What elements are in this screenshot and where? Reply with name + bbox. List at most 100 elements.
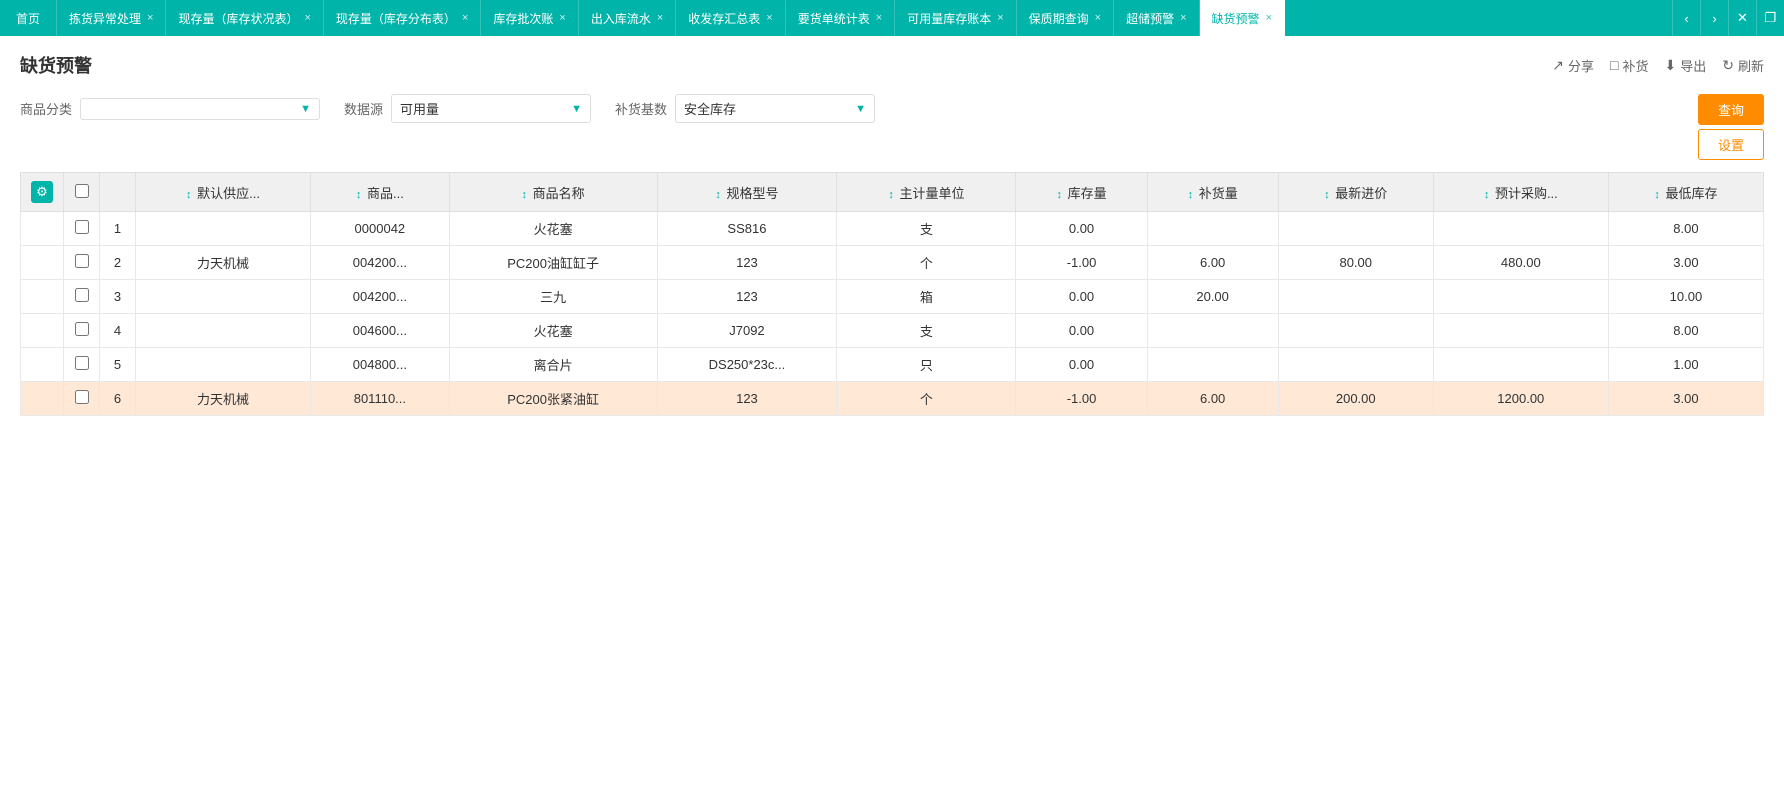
supplier-header: ↕ 默认供应... (136, 173, 311, 212)
replenish-base-select[interactable]: 安全库存 ▼ (675, 94, 875, 123)
nav-tab-close-defect[interactable]: × (147, 12, 153, 24)
export-icon: ⬇ (1665, 57, 1677, 74)
datasource-filter-group: 数据源 可用量 ▼ (344, 94, 591, 123)
replenish-sort-icon[interactable]: ↕ (1188, 189, 1194, 201)
row-est-purchase: 480.00 (1433, 246, 1608, 280)
nav-tab-batch[interactable]: 库存批次账× (481, 0, 578, 36)
row-min-stock: 3.00 (1608, 246, 1763, 280)
name-sort-icon[interactable]: ↕ (522, 189, 528, 201)
replenish-action[interactable]: □ 补货 (1610, 56, 1648, 75)
nav-tab-defect[interactable]: 拣货异常处理× (57, 0, 166, 36)
nav-tab-close-order-stat[interactable]: × (876, 12, 882, 24)
row-checkbox-5[interactable] (75, 390, 89, 404)
category-select[interactable]: ▼ (80, 98, 320, 120)
row-code: 801110... (311, 382, 450, 416)
nav-tab-close-batch[interactable]: × (559, 12, 565, 24)
code-header: ↕ 商品... (311, 173, 450, 212)
stock-header-label: 库存量 (1068, 186, 1107, 201)
row-latest-price (1278, 348, 1433, 382)
nav-tab-expiry[interactable]: 保质期查询× (1017, 0, 1114, 36)
row-checkbox-4[interactable] (75, 356, 89, 370)
data-table: ⚙ ↕ 默认供应... ↕ 商品... ↕ 商品名称 (20, 172, 1764, 416)
est-purchase-header: ↕ 预计采购... (1433, 173, 1608, 212)
spec-sort-icon[interactable]: ↕ (715, 189, 721, 201)
nav-controls: ‹ › ✕ ❐ (1672, 0, 1784, 36)
row-check[interactable] (64, 212, 100, 246)
unit-sort-icon[interactable]: ↕ (888, 189, 894, 201)
nav-tab-close-inventory-dist[interactable]: × (462, 12, 468, 24)
row-name: PC200油缸缸子 (449, 246, 657, 280)
row-checkbox-3[interactable] (75, 322, 89, 336)
refresh-icon: ↻ (1722, 57, 1734, 74)
row-check[interactable] (64, 280, 100, 314)
nav-tab-close-overstock[interactable]: × (1180, 12, 1186, 24)
nav-tab-inventory-dist[interactable]: 现存量（库存分布表）× (324, 0, 481, 36)
row-unit: 个 (837, 382, 1016, 416)
replenish-base-value: 安全库存 (684, 99, 736, 118)
row-checkbox-1[interactable] (75, 254, 89, 268)
row-check[interactable] (64, 246, 100, 280)
nav-tab-home[interactable]: 首页 (0, 0, 57, 36)
settings-button[interactable]: 设置 (1698, 129, 1764, 160)
min-stock-header-label: 最低库存 (1665, 186, 1717, 201)
row-est-purchase: 1200.00 (1433, 382, 1608, 416)
nav-tab-close-shortage[interactable]: × (1266, 12, 1272, 24)
nav-tab-close-expiry[interactable]: × (1095, 12, 1101, 24)
supplier-sort-icon[interactable]: ↕ (186, 189, 192, 201)
row-checkbox-2[interactable] (75, 288, 89, 302)
row-unit: 个 (837, 246, 1016, 280)
row-stock: -1.00 (1016, 246, 1147, 280)
check-header (64, 173, 100, 212)
row-check[interactable] (64, 382, 100, 416)
refresh-label: 刷新 (1738, 56, 1764, 75)
row-num: 1 (100, 212, 136, 246)
code-sort-icon[interactable]: ↕ (356, 189, 362, 201)
min-stock-sort-icon[interactable]: ↕ (1654, 189, 1660, 201)
nav-tab-inventory-status[interactable]: 现存量（库存状况表）× (166, 0, 323, 36)
share-action[interactable]: ↗ 分享 (1552, 56, 1594, 75)
row-spec: SS816 (657, 212, 837, 246)
latest-price-sort-icon[interactable]: ↕ (1324, 189, 1330, 201)
row-num: 5 (100, 348, 136, 382)
query-button[interactable]: 查询 (1698, 94, 1764, 125)
row-supplier (136, 348, 311, 382)
row-replenish: 6.00 (1147, 246, 1278, 280)
row-spec: 123 (657, 382, 837, 416)
refresh-action[interactable]: ↻ 刷新 (1722, 56, 1764, 75)
est-purchase-sort-icon[interactable]: ↕ (1484, 189, 1490, 201)
nav-tab-shortage[interactable]: 缺货预警× (1200, 0, 1285, 36)
nav-tab-receipt[interactable]: 收发存汇总表× (676, 0, 785, 36)
export-action[interactable]: ⬇ 导出 (1665, 56, 1707, 75)
row-check[interactable] (64, 348, 100, 382)
nav-expand-btn[interactable]: ❐ (1756, 0, 1784, 36)
datasource-select[interactable]: 可用量 ▼ (391, 94, 591, 123)
row-unit: 只 (837, 348, 1016, 382)
select-all-checkbox[interactable] (75, 184, 89, 198)
row-checkbox-0[interactable] (75, 220, 89, 234)
nav-next-btn[interactable]: › (1700, 0, 1728, 36)
row-check[interactable] (64, 314, 100, 348)
nav-tab-close-receipt[interactable]: × (766, 12, 772, 24)
stock-sort-icon[interactable]: ↕ (1056, 189, 1062, 201)
replenish-header: ↕ 补货量 (1147, 173, 1278, 212)
gear-icon[interactable]: ⚙ (31, 181, 53, 203)
row-est-purchase (1433, 314, 1608, 348)
nav-tab-order-stat[interactable]: 要货单统计表× (786, 0, 895, 36)
nav-tab-close-inout[interactable]: × (657, 12, 663, 24)
stock-header: ↕ 库存量 (1016, 173, 1147, 212)
nav-tab-inout[interactable]: 出入库流水× (579, 0, 676, 36)
row-gear (21, 212, 64, 246)
nav-tab-available[interactable]: 可用量库存账本× (895, 0, 1016, 36)
row-name: 火花塞 (449, 212, 657, 246)
nav-tab-overstock[interactable]: 超储预警× (1114, 0, 1199, 36)
nav-tab-close-inventory-status[interactable]: × (304, 12, 310, 24)
row-num: 2 (100, 246, 136, 280)
filter-section: 商品分类 ▼ 数据源 可用量 ▼ 补货基数 (20, 94, 1764, 160)
nav-prev-btn[interactable]: ‹ (1672, 0, 1700, 36)
row-min-stock: 10.00 (1608, 280, 1763, 314)
nav-close-btn[interactable]: ✕ (1728, 0, 1756, 36)
page-header: 缺货预警 ↗ 分享 □ 补货 ⬇ 导出 ↻ 刷新 (20, 52, 1764, 78)
nav-tab-close-available[interactable]: × (997, 12, 1003, 24)
page-title: 缺货预警 (20, 52, 92, 78)
page-container: 缺货预警 ↗ 分享 □ 补货 ⬇ 导出 ↻ 刷新 (0, 36, 1784, 796)
